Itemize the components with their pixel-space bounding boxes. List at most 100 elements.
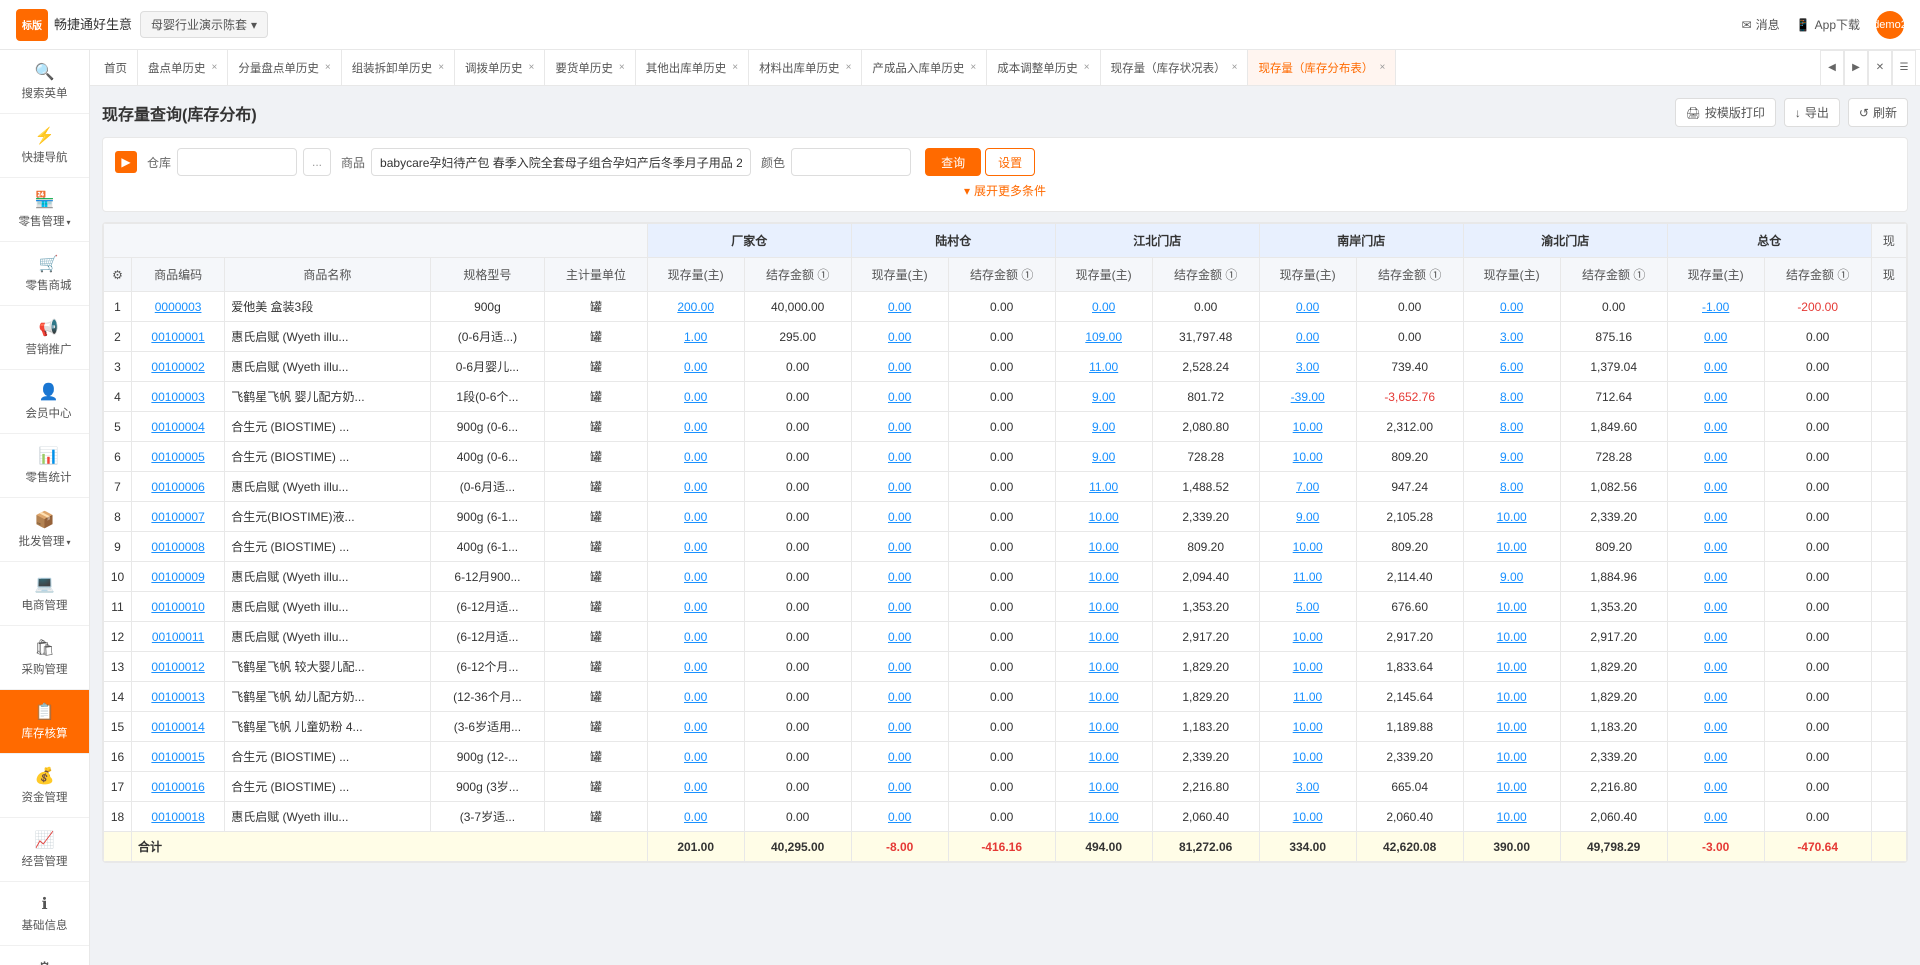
tab-close-all-btn[interactable]: ✕: [1868, 50, 1892, 86]
sidebar-label-6: 零售统计: [26, 469, 72, 485]
col-jb-amt: 结存金额 ①: [1152, 258, 1259, 292]
tab-7[interactable]: 材料出库单历史×: [749, 50, 862, 86]
tab-close-4[interactable]: ×: [529, 62, 535, 73]
sidebar-icon-14: ⚙: [37, 958, 51, 965]
sidebar-item-0[interactable]: 🔍 搜索英单: [0, 50, 89, 114]
tab-close-2[interactable]: ×: [325, 62, 331, 73]
sidebar-icon-9: 🛍: [34, 638, 54, 658]
tab-close-3[interactable]: ×: [438, 62, 444, 73]
table-row: 4 00100003 飞鹤星飞帆 婴儿配方奶... 1段(0-6个... 罐 0…: [104, 382, 1907, 412]
tab-11[interactable]: 现存量（库存分布表）×: [1248, 50, 1396, 86]
sidebar-icon-13: ℹ: [41, 894, 47, 914]
export-btn[interactable]: ↓ 导出: [1784, 98, 1840, 127]
tab-5[interactable]: 要货单历史×: [545, 50, 635, 86]
sidebar-label-13: 基础信息: [22, 917, 68, 933]
table-section: 厂家仓 陆村仓 江北门店 南岸门店 渝北门店 总仓 现 ⚙ 商品编码 商品名称 …: [102, 222, 1908, 863]
logo-text: 畅捷通好生意: [54, 17, 132, 33]
tab-close-5[interactable]: ×: [619, 62, 625, 73]
expand-more-btn[interactable]: ▾ 展开更多条件: [115, 176, 1895, 201]
table-row: 9 00100008 合生元 (BIOSTIME) ... 400g (6-1.…: [104, 532, 1907, 562]
tab-next-btn[interactable]: ▶: [1844, 50, 1868, 86]
table-row: 3 00100002 惠氏启赋 (Wyeth illu... 0-6月婴儿...…: [104, 352, 1907, 382]
goods-input[interactable]: [371, 148, 751, 176]
col-fj-amt: 结存金额 ①: [744, 258, 851, 292]
sidebar-icon-8: 💻: [35, 574, 55, 594]
sidebar-icon-12: 📈: [35, 830, 55, 850]
store-selector[interactable]: 母婴行业演示陈套 ▾: [140, 11, 268, 38]
col-group-lu: 陆村仓: [851, 224, 1055, 258]
sidebar-item-2[interactable]: 🏪 零售管理▾: [0, 178, 89, 242]
tab-close-9[interactable]: ×: [1084, 62, 1090, 73]
sidebar-item-11[interactable]: 💰 资金管理: [0, 754, 89, 818]
tab-1[interactable]: 盘点单历史×: [138, 50, 228, 86]
sidebar-item-4[interactable]: 📢 营销推广: [0, 306, 89, 370]
tab-4[interactable]: 调拨单历史×: [455, 50, 545, 86]
col-group-row: 厂家仓 陆村仓 江北门店 南岸门店 渝北门店 总仓 现: [104, 224, 1907, 258]
table-row: 5 00100004 合生元 (BIOSTIME) ... 900g (0-6.…: [104, 412, 1907, 442]
tab-close-6[interactable]: ×: [732, 62, 738, 73]
message-btn[interactable]: ✉ 消息: [1742, 16, 1780, 33]
chevron-down-icon: ▾: [964, 184, 970, 198]
table-row: 12 00100011 惠氏启赋 (Wyeth illu... (6-12月适.…: [104, 622, 1907, 652]
tab-0[interactable]: 首页: [94, 50, 138, 86]
table-row: 1 0000003 爱他美 盒装3段 900g 罐 200.00 40,000.…: [104, 292, 1907, 322]
sidebar-item-12[interactable]: 📈 经营管理: [0, 818, 89, 882]
search-btn[interactable]: 查询: [925, 148, 981, 176]
phone-icon: 📱: [1796, 18, 1811, 32]
sidebar-icon-6: 📊: [39, 446, 59, 466]
tab-3[interactable]: 组装拆卸单历史×: [342, 50, 455, 86]
tab-close-8[interactable]: ×: [970, 62, 976, 73]
col-yb-amt: 结存金额 ①: [1560, 258, 1667, 292]
sidebar-item-6[interactable]: 📊 零售统计: [0, 434, 89, 498]
app-download-btn[interactable]: 📱 App下载: [1796, 16, 1860, 33]
message-icon: ✉: [1742, 18, 1752, 32]
sidebar-item-9[interactable]: 🛍 采购管理: [0, 626, 89, 690]
sidebar-item-3[interactable]: 🛒 零售商城: [0, 242, 89, 306]
col-group-nanan: 南岸门店: [1259, 224, 1463, 258]
warehouse-ellipsis[interactable]: ...: [303, 148, 331, 176]
tab-close-7[interactable]: ×: [846, 62, 852, 73]
sidebar-item-10[interactable]: 📋 库存核算: [0, 690, 89, 754]
tab-close-10[interactable]: ×: [1232, 62, 1238, 73]
sidebar-item-13[interactable]: ℹ 基础信息: [0, 882, 89, 946]
sidebar-icon-1: ⚡: [35, 126, 55, 146]
tab-6[interactable]: 其他出库单历史×: [636, 50, 749, 86]
tab-close-11[interactable]: ×: [1379, 62, 1385, 73]
sidebar-item-5[interactable]: 👤 会员中心: [0, 370, 89, 434]
sidebar-icon-0: 🔍: [35, 62, 55, 82]
tab-10[interactable]: 现存量（库存状况表）×: [1101, 50, 1249, 86]
refresh-btn[interactable]: ↺ 刷新: [1848, 98, 1908, 127]
sidebar-icon-5: 👤: [39, 382, 59, 402]
sidebar-item-8[interactable]: 💻 电商管理: [0, 562, 89, 626]
settings-btn[interactable]: 设置: [985, 148, 1035, 176]
sidebar-item-14[interactable]: ⚙ 系统管理: [0, 946, 89, 965]
tab-menu-btn[interactable]: ☰: [1892, 50, 1916, 86]
warehouse-input[interactable]: [177, 148, 297, 176]
table-row: 18 00100018 惠氏启赋 (Wyeth illu... (3-7岁适..…: [104, 802, 1907, 832]
color-input[interactable]: [791, 148, 911, 176]
tab-close-1[interactable]: ×: [212, 62, 218, 73]
tab-9[interactable]: 成本调整单历史×: [987, 50, 1100, 86]
sidebar-label-8: 电商管理: [22, 597, 68, 613]
filter-expand-btn[interactable]: ▶: [115, 151, 137, 173]
tab-prev-btn[interactable]: ◀: [1820, 50, 1844, 86]
col-fj-qty: 现存量(主): [647, 258, 744, 292]
table-row: 8 00100007 合生元(BIOSTIME)液... 900g (6-1..…: [104, 502, 1907, 532]
sidebar-icon-10: 📋: [35, 702, 55, 722]
print-btn[interactable]: 🖨 按模版打印: [1675, 98, 1776, 127]
table-row: 13 00100012 飞鹤星飞帆 较大婴儿配... (6-12个月... 罐 …: [104, 652, 1907, 682]
tab-container: 首页盘点单历史×分量盘点单历史×组装拆卸单历史×调拨单历史×要货单历史×其他出库…: [94, 50, 1820, 86]
sidebar-label-7: 批发管理▾: [18, 533, 70, 549]
refresh-icon: ↺: [1859, 106, 1869, 120]
tab-8[interactable]: 产成品入库单历史×: [862, 50, 987, 86]
table-wrapper: 厂家仓 陆村仓 江北门店 南岸门店 渝北门店 总仓 现 ⚙ 商品编码 商品名称 …: [103, 223, 1907, 862]
sidebar-label-0: 搜索英单: [22, 85, 68, 101]
col-yb-qty: 现存量(主): [1463, 258, 1560, 292]
sidebar-item-1[interactable]: ⚡ 快捷导航: [0, 114, 89, 178]
sidebar-item-7[interactable]: 📦 批发管理▾: [0, 498, 89, 562]
col-spec: 规格型号: [430, 258, 545, 292]
col-settings[interactable]: ⚙: [104, 258, 132, 292]
user-menu[interactable]: demo2: [1876, 11, 1904, 39]
tab-2[interactable]: 分量盘点单历史×: [228, 50, 341, 86]
top-bar: 标版 畅捷通好生意 母婴行业演示陈套 ▾ ✉ 消息 📱 App下载 demo2: [0, 0, 1920, 50]
